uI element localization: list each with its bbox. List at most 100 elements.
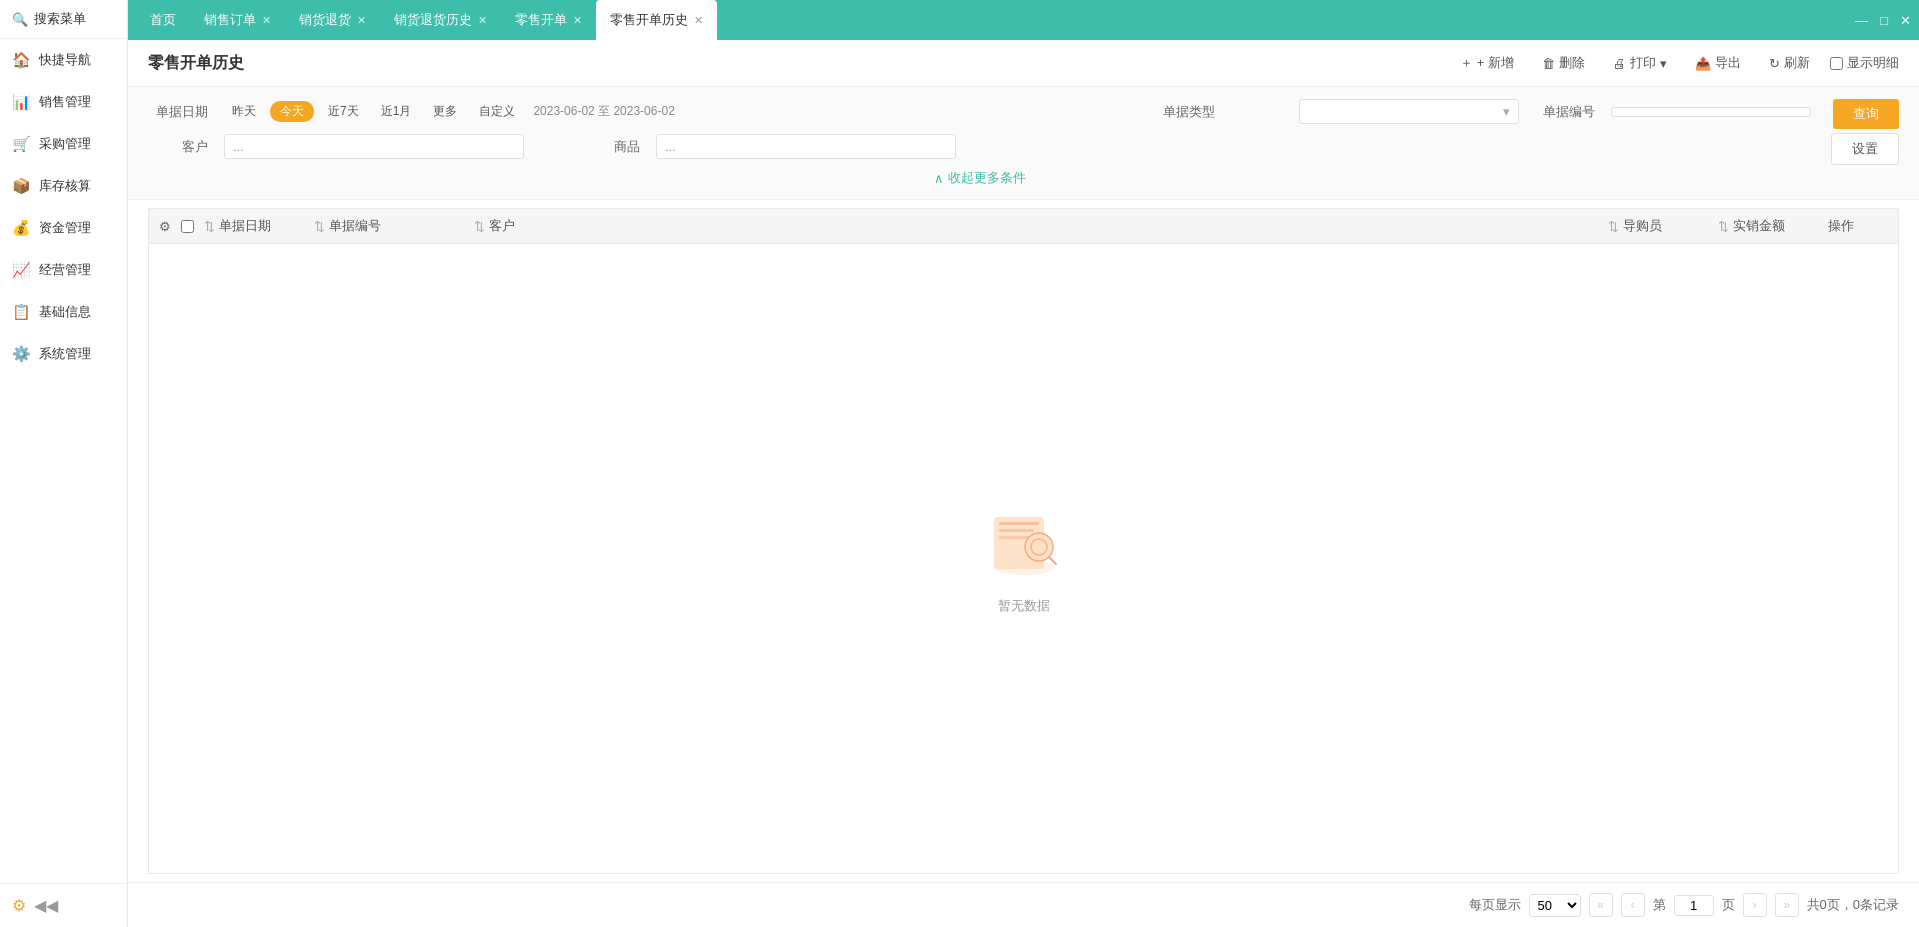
collapse-more-btn[interactable]: ∧ 收起更多条件	[148, 169, 1811, 187]
refresh-button[interactable]: ↻ 刷新	[1761, 50, 1818, 76]
date-today-btn[interactable]: 今天	[270, 101, 314, 122]
sidebar-item-label: 采购管理	[39, 135, 91, 153]
table-settings-icon[interactable]: ⚙	[159, 219, 171, 234]
col-header-date[interactable]: ⇅ 单据日期	[204, 217, 304, 235]
page-label: 第	[1653, 896, 1666, 914]
sort-icon: ⇅	[1718, 219, 1729, 234]
add-button[interactable]: ＋ + 新增	[1452, 50, 1522, 76]
date-last1m-btn[interactable]: 近1月	[373, 101, 420, 122]
tab-retail-open-close[interactable]: ✕	[573, 14, 582, 27]
prev-page-btn[interactable]: ‹	[1621, 893, 1645, 917]
sidebar-search-btn[interactable]: 🔍 搜索菜单	[0, 0, 127, 39]
page-actions: ＋ + 新增 🗑 删除 🖨 打印 ▾ 📤 导出 ↻	[1452, 50, 1899, 76]
date-last7-btn[interactable]: 近7天	[320, 101, 367, 122]
tab-sales-return-close[interactable]: ✕	[357, 14, 366, 27]
query-button[interactable]: 查询	[1833, 99, 1899, 129]
svg-rect-2	[999, 522, 1039, 525]
tab-retail-open[interactable]: 零售开单 ✕	[501, 0, 596, 40]
inventory-icon: 📦	[12, 177, 31, 195]
tab-sales-order-close[interactable]: ✕	[262, 14, 271, 27]
sidebar-item-label: 资金管理	[39, 219, 91, 237]
print-dropdown-icon: ▾	[1660, 56, 1667, 71]
sidebar: 🔍 搜索菜单 🏠 快捷导航 📊 销售管理 🛒 采购管理 📦 库存核算 💰 资金管…	[0, 0, 128, 927]
tab-sales-return-history[interactable]: 销货退货历史 ✕	[380, 0, 501, 40]
type-filter-label: 单据类型	[1163, 103, 1283, 121]
home-icon: 🏠	[12, 51, 31, 69]
num-filter-input[interactable]	[1611, 107, 1811, 117]
sidebar-item-purchase-mgmt[interactable]: 🛒 采购管理	[0, 123, 127, 165]
export-icon: 📤	[1695, 56, 1711, 71]
sort-icon: ⇅	[204, 219, 215, 234]
date-group: 昨天 今天 近7天 近1月 更多 自定义 2023-06-02 至 2023-0…	[224, 101, 675, 122]
export-button[interactable]: 📤 导出	[1687, 50, 1749, 76]
topbar-right: — □ ✕	[1855, 13, 1911, 28]
goods-dots: ...	[665, 139, 676, 154]
page-title: 零售开单历史	[148, 53, 244, 74]
sidebar-item-finance[interactable]: 💰 资金管理	[0, 207, 127, 249]
basic-icon: 📋	[12, 303, 31, 321]
sidebar-item-sales-mgmt[interactable]: 📊 销售管理	[0, 81, 127, 123]
customer-filter-input[interactable]: ...	[224, 134, 524, 159]
tab-sales-return-history-close[interactable]: ✕	[478, 14, 487, 27]
next-page-btn[interactable]: ›	[1743, 893, 1767, 917]
date-more-btn[interactable]: 更多	[425, 101, 465, 122]
date-yesterday-btn[interactable]: 昨天	[224, 101, 264, 122]
type-select-arrow: ▾	[1503, 104, 1510, 119]
maximize-btn[interactable]: □	[1880, 13, 1888, 28]
collapse-sidebar-icon[interactable]: ◀◀	[34, 896, 58, 915]
filter-setting-button[interactable]: 设置	[1831, 133, 1899, 165]
sidebar-item-sys-mgmt[interactable]: ⚙️ 系统管理	[0, 333, 127, 375]
show-detail-checkbox-label[interactable]: 显示明细	[1830, 54, 1899, 72]
purchase-icon: 🛒	[12, 135, 31, 153]
date-custom-btn[interactable]: 自定义	[471, 101, 523, 122]
show-detail-checkbox[interactable]	[1830, 57, 1843, 70]
last-page-btn[interactable]: »	[1775, 893, 1799, 917]
page-header: 零售开单历史 ＋ + 新增 🗑 删除 🖨 打印 ▾ 📤 导出	[128, 40, 1919, 87]
delete-button[interactable]: 🗑 删除	[1534, 50, 1593, 76]
table-header: ⚙ ⇅ 单据日期 ⇅ 单据编号 ⇅ 客户 ⇅ 导购员	[148, 208, 1899, 243]
tab-sales-return[interactable]: 销货退货 ✕	[285, 0, 380, 40]
per-page-select[interactable]: 50 10 20 100	[1529, 894, 1581, 917]
col-header-customer[interactable]: ⇅ 客户	[474, 217, 1598, 235]
sidebar-item-label: 基础信息	[39, 303, 91, 321]
sidebar-footer: ⚙ ◀◀	[0, 883, 127, 927]
filter-right-actions: 查询 设置	[1831, 99, 1899, 165]
first-page-btn[interactable]: «	[1589, 893, 1613, 917]
search-icon: 🔍	[12, 12, 28, 27]
content-area: 零售开单历史 ＋ + 新增 🗑 删除 🖨 打印 ▾ 📤 导出	[128, 40, 1919, 927]
settings-icon[interactable]: ⚙	[12, 896, 26, 915]
svg-rect-4	[999, 536, 1029, 539]
tab-retail-open-history[interactable]: 零售开单历史 ✕	[596, 0, 717, 40]
tab-sales-order[interactable]: 销售订单 ✕	[190, 0, 285, 40]
sidebar-item-inventory[interactable]: 📦 库存核算	[0, 165, 127, 207]
sidebar-item-label: 快捷导航	[39, 51, 91, 69]
tab-sales-order-label: 销售订单	[204, 11, 256, 29]
svg-line-7	[1049, 557, 1056, 564]
col-header-guide[interactable]: ⇅ 导购员	[1608, 217, 1708, 235]
customer-filter-label: 客户	[148, 138, 208, 156]
filter-row-customer: 客户 ... 商品 ...	[148, 134, 1811, 159]
sidebar-item-ops-mgmt[interactable]: 📈 经营管理	[0, 249, 127, 291]
close-btn[interactable]: ✕	[1900, 13, 1911, 28]
sidebar-item-basic-info[interactable]: 📋 基础信息	[0, 291, 127, 333]
minimize-btn[interactable]: —	[1855, 13, 1868, 28]
finance-icon: 💰	[12, 219, 31, 237]
filter-area: 单据日期 昨天 今天 近7天 近1月 更多 自定义 2023-06-02 至 2…	[128, 87, 1919, 200]
col-header-amount[interactable]: ⇅ 实销金额	[1718, 217, 1818, 235]
sidebar-item-quick-nav[interactable]: 🏠 快捷导航	[0, 39, 127, 81]
total-info: 共0页，0条记录	[1807, 896, 1899, 914]
tab-retail-open-history-label: 零售开单历史	[610, 11, 688, 29]
num-filter-label: 单据编号	[1535, 103, 1595, 121]
select-all-checkbox[interactable]	[181, 220, 194, 233]
col-header-num[interactable]: ⇅ 单据编号	[314, 217, 464, 235]
tab-retail-open-history-close[interactable]: ✕	[694, 14, 703, 27]
page-input[interactable]	[1674, 895, 1714, 916]
date-range-display: 2023-06-02 至 2023-06-02	[533, 103, 674, 120]
type-filter-select[interactable]: ▾	[1299, 99, 1519, 124]
tab-home[interactable]: 首页	[136, 0, 190, 40]
goods-filter-input[interactable]: ...	[656, 134, 956, 159]
collapse-label: 收起更多条件	[948, 169, 1026, 187]
filter-row-date: 单据日期 昨天 今天 近7天 近1月 更多 自定义 2023-06-02 至 2…	[148, 99, 1811, 124]
print-icon: 🖨	[1613, 56, 1626, 71]
print-button[interactable]: 🖨 打印 ▾	[1605, 50, 1675, 76]
